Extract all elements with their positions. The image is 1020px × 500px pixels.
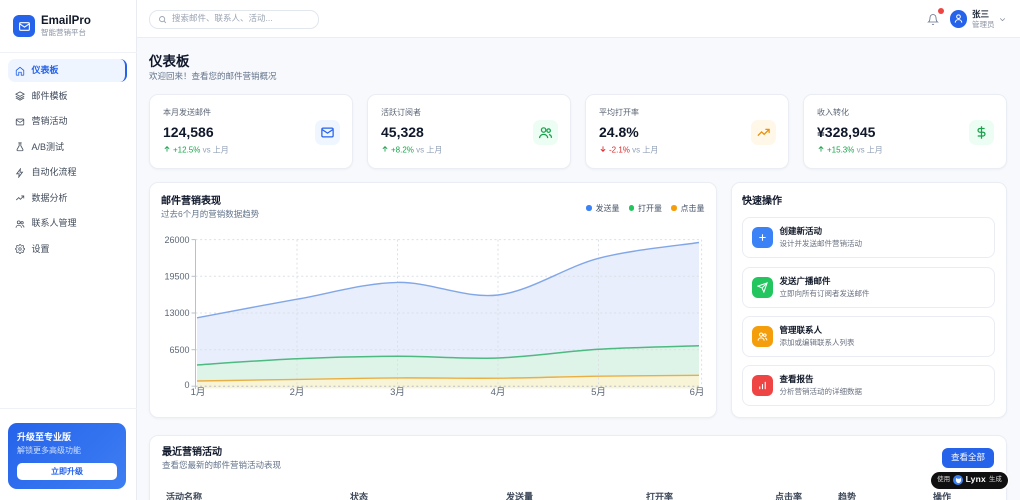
svg-text:6月: 6月 [690,387,705,398]
svg-text:13000: 13000 [164,308,189,318]
svg-text:0: 0 [184,380,189,390]
svg-text:19500: 19500 [164,272,189,282]
svg-text:4月: 4月 [491,387,506,398]
svg-text:3月: 3月 [390,387,405,398]
svg-text:6500: 6500 [169,345,189,355]
svg-text:26000: 26000 [164,235,189,245]
svg-text:1月: 1月 [191,387,206,398]
svg-text:2月: 2月 [290,387,305,398]
svg-text:5月: 5月 [591,387,606,398]
